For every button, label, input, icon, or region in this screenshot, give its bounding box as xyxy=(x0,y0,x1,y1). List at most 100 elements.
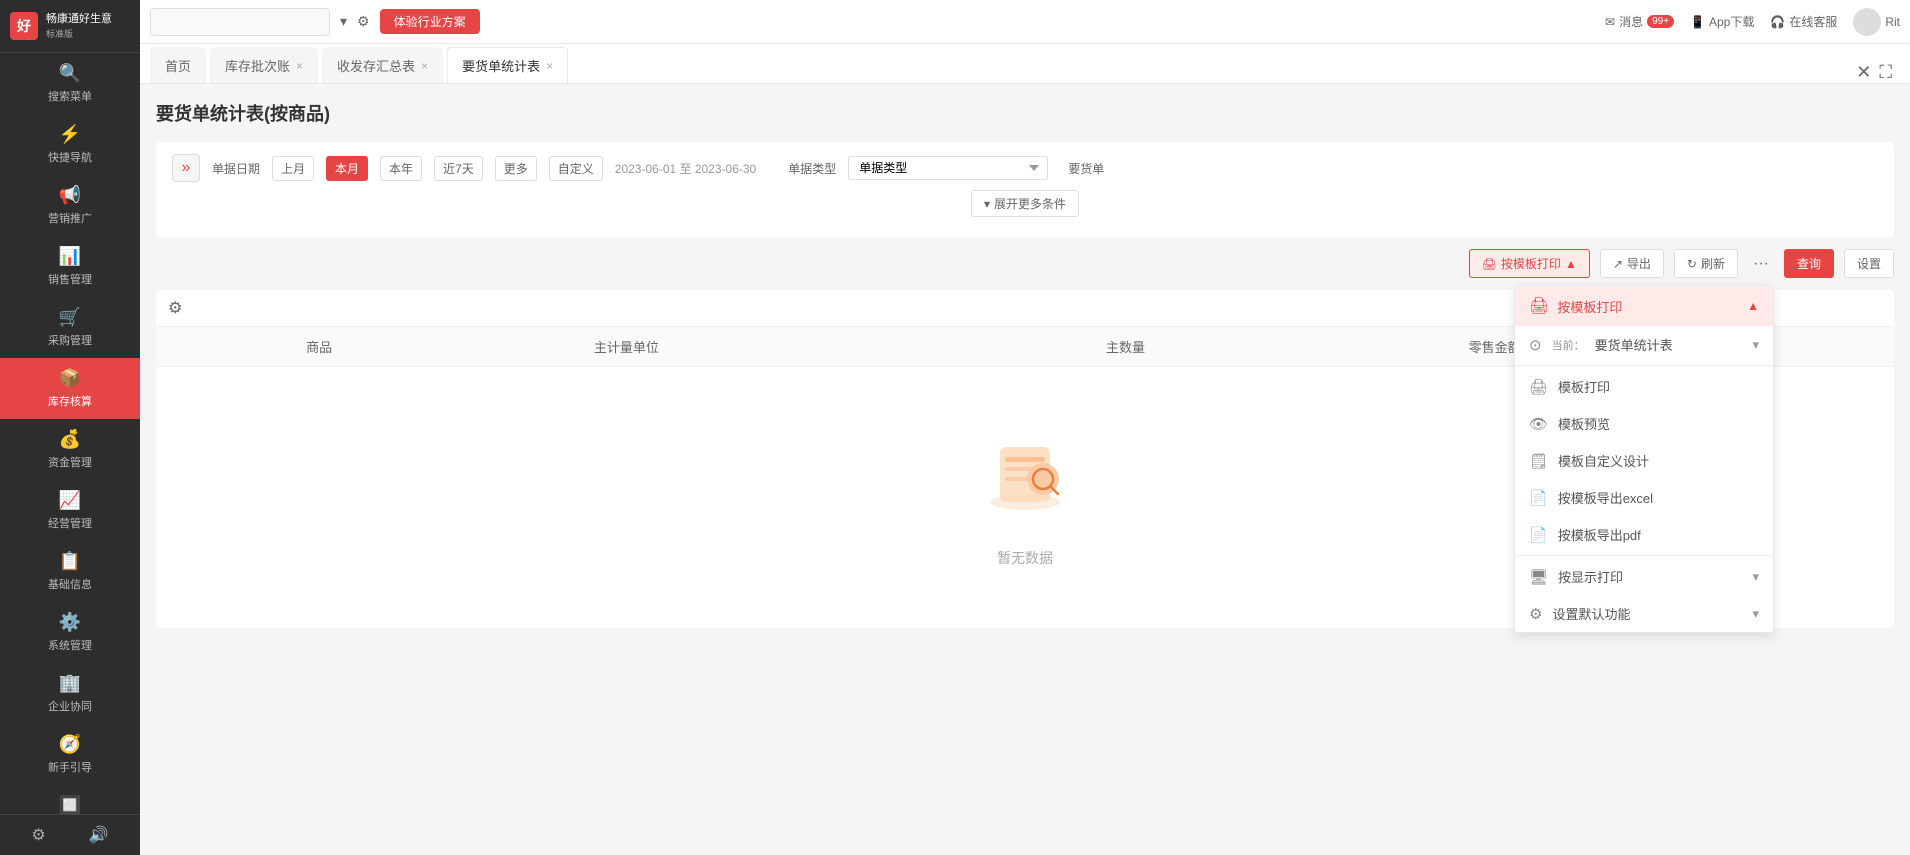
topbar-search-input[interactable] xyxy=(150,8,330,36)
more-options-button[interactable]: ··· xyxy=(1748,250,1774,278)
sidebar-item-guide[interactable]: 🧭 新手引导 xyxy=(0,724,140,785)
table-col-product: 商品 xyxy=(294,327,582,367)
headset-icon: 🎧 xyxy=(1770,15,1785,29)
sidebar-item-operations[interactable]: 📈 经营管理 xyxy=(0,480,140,541)
date-custom-btn[interactable]: 自定义 xyxy=(549,156,603,181)
trial-button[interactable]: 体验行业方案 xyxy=(380,9,480,34)
sidebar-label-finance: 资金管理 xyxy=(48,454,92,470)
empty-text: 暂无数据 xyxy=(997,548,1053,568)
page-content: 要货单统计表(按商品) » 单据日期 上月 本月 本年 近7天 更多 自定义 2… xyxy=(140,84,1910,855)
dropdown-template-print[interactable]: 🖨 模板打印 xyxy=(1515,368,1773,405)
user-avatar-area[interactable]: Rit xyxy=(1853,8,1900,36)
chevron-up-icon: ▲ xyxy=(1565,257,1577,271)
tab-close-all-button[interactable]: ✕ xyxy=(1856,62,1871,83)
topbar-gear-icon[interactable]: ⚙ xyxy=(357,13,370,30)
dropdown-current-item[interactable]: ⊙ 当前： 要货单统计表 ▾ xyxy=(1515,326,1773,363)
online-service-label: 在线客服 xyxy=(1789,13,1837,30)
tab-inventory-batch[interactable]: 库存批次账 × xyxy=(210,47,318,83)
sidebar-item-system[interactable]: ⚙️ 系统管理 xyxy=(0,602,140,663)
type-label: 单据类型 xyxy=(788,160,836,177)
sidebar-item-finance[interactable]: 💰 资金管理 xyxy=(0,419,140,480)
filter-expand-button[interactable]: » xyxy=(172,154,200,182)
tab-receipt-summary-close[interactable]: × xyxy=(421,59,428,73)
tab-bar: 首页 库存批次账 × 收发存汇总表 × 要货单统计表 × ✕ ⛶ xyxy=(140,44,1910,84)
messages-label: 消息 xyxy=(1619,13,1643,30)
sales-icon: 📊 xyxy=(59,246,81,267)
sidebar-item-quick-nav[interactable]: ⚡ 快捷导航 xyxy=(0,114,140,175)
sidebar-item-search[interactable]: 🔍 搜索菜单 xyxy=(0,53,140,114)
topbar-dropdown-icon[interactable]: ▾ xyxy=(340,13,347,30)
dropdown-current-chevron: ▾ xyxy=(1752,337,1759,353)
tab-order-stats[interactable]: 要货单统计表 × xyxy=(447,47,568,83)
sidebar-item-inventory[interactable]: 📦 库存核算 xyxy=(0,358,140,419)
query-label: 查询 xyxy=(1797,255,1821,272)
settings-button[interactable]: 设置 xyxy=(1844,249,1894,278)
sidebar-label-purchase: 采购管理 xyxy=(48,332,92,348)
refresh-button[interactable]: ↻ 刷新 xyxy=(1674,249,1738,278)
logo-icon: 好 xyxy=(10,12,38,40)
dropdown-header[interactable]: 🖨 按模板打印 ▲ xyxy=(1515,286,1773,326)
sidebar-label-quick-nav: 快捷导航 xyxy=(48,149,92,165)
sidebar-item-sales[interactable]: 📊 销售管理 xyxy=(0,236,140,297)
dropdown-display-print[interactable]: 🖥 按显示打印 ▾ xyxy=(1515,558,1773,595)
guide-icon: 🧭 xyxy=(59,734,81,755)
dropdown-set-default[interactable]: ⚙ 设置默认功能 ▾ xyxy=(1515,595,1773,632)
online-service-button[interactable]: 🎧 在线客服 xyxy=(1770,13,1837,30)
enterprise-icon: 🏢 xyxy=(59,673,81,694)
operations-icon: 📈 xyxy=(59,490,81,511)
dropdown-template-design[interactable]: 🗒 模板自定义设计 xyxy=(1515,442,1773,479)
display-print-label: 按显示打印 xyxy=(1558,567,1623,586)
sidebar-item-enterprise[interactable]: 🏢 企业协同 xyxy=(0,663,140,724)
sidebar-logo: 好 畅康通好生意 标准版 xyxy=(0,0,140,53)
sidebar-item-marketing[interactable]: 📢 营销推广 xyxy=(0,175,140,236)
toolbar: 🖨 按模板打印 ▲ ↗ 导出 ↻ 刷新 ··· 查询 设置 xyxy=(156,249,1894,278)
date-this-year-btn[interactable]: 本年 xyxy=(380,156,422,181)
marketing-icon: 📢 xyxy=(59,185,81,206)
messages-button[interactable]: ✉ 消息 99+ xyxy=(1605,13,1674,30)
table-col-checkbox xyxy=(156,327,294,367)
date-more-btn[interactable]: 更多 xyxy=(495,156,537,181)
set-default-left: ⚙ 设置默认功能 xyxy=(1529,604,1630,623)
dropdown-template-preview[interactable]: 👁 模板预览 xyxy=(1515,405,1773,442)
finance-icon: 💰 xyxy=(59,429,81,450)
sidebar-bottom: ⚙ 🔊 xyxy=(0,814,140,855)
page-title: 要货单统计表(按商品) xyxy=(156,100,1894,126)
set-default-label: 设置默认功能 xyxy=(1552,604,1630,623)
tab-receipt-summary[interactable]: 收发存汇总表 × xyxy=(322,47,443,83)
app-download-button[interactable]: 📱 App下载 xyxy=(1690,13,1754,30)
printer-icon: 🖨 xyxy=(1482,257,1497,271)
dropdown-printer-icon: 🖨 xyxy=(1529,296,1549,316)
tab-receipt-summary-label: 收发存汇总表 xyxy=(337,56,415,75)
sidebar-item-apps[interactable]: 🔲 应用中心 xyxy=(0,785,140,814)
query-button[interactable]: 查询 xyxy=(1784,249,1834,278)
tab-order-stats-close[interactable]: × xyxy=(546,59,553,73)
tab-inventory-batch-close[interactable]: × xyxy=(296,59,303,73)
sidebar-label-enterprise: 企业协同 xyxy=(48,698,92,714)
dropdown-collapse-icon[interactable]: ▲ xyxy=(1747,299,1759,313)
dropdown-header-left: 🖨 按模板打印 xyxy=(1529,296,1622,316)
quick-nav-icon: ⚡ xyxy=(59,124,81,145)
sound-bottom-icon[interactable]: 🔊 xyxy=(89,825,109,845)
tab-maximize-button[interactable]: ⛶ xyxy=(1879,62,1892,83)
print-template-button[interactable]: 🖨 按模板打印 ▲ xyxy=(1469,249,1590,278)
basic-icon: 📋 xyxy=(59,551,81,572)
sidebar-item-purchase[interactable]: 🛒 采购管理 xyxy=(0,297,140,358)
table-column-settings-icon[interactable]: ⚙ xyxy=(168,298,182,318)
date-7days-btn[interactable]: 近7天 xyxy=(434,156,483,181)
export-pdf-label: 按模板导出pdf xyxy=(1558,525,1641,544)
set-default-chevron: ▾ xyxy=(1752,606,1759,622)
tab-home[interactable]: 首页 xyxy=(150,47,206,83)
search-icon: 🔍 xyxy=(59,63,81,84)
sidebar-item-basic[interactable]: 📋 基础信息 xyxy=(0,541,140,602)
type-select[interactable]: 单据类型 xyxy=(848,156,1048,180)
export-button[interactable]: ↗ 导出 xyxy=(1600,249,1664,278)
dropdown-export-pdf[interactable]: 📄 按模板导出pdf xyxy=(1515,516,1773,553)
dropdown-export-excel[interactable]: 📄 按模板导出excel xyxy=(1515,479,1773,516)
expand-more-button[interactable]: ▾ 展开更多条件 xyxy=(971,190,1079,217)
date-this-month-btn[interactable]: 本月 xyxy=(326,156,368,181)
template-print-label: 模板打印 xyxy=(1558,377,1610,396)
display-print-left: 🖥 按显示打印 xyxy=(1529,567,1623,586)
settings-bottom-icon[interactable]: ⚙ xyxy=(31,825,45,845)
settings-label: 设置 xyxy=(1857,255,1881,272)
date-last-month-btn[interactable]: 上月 xyxy=(272,156,314,181)
